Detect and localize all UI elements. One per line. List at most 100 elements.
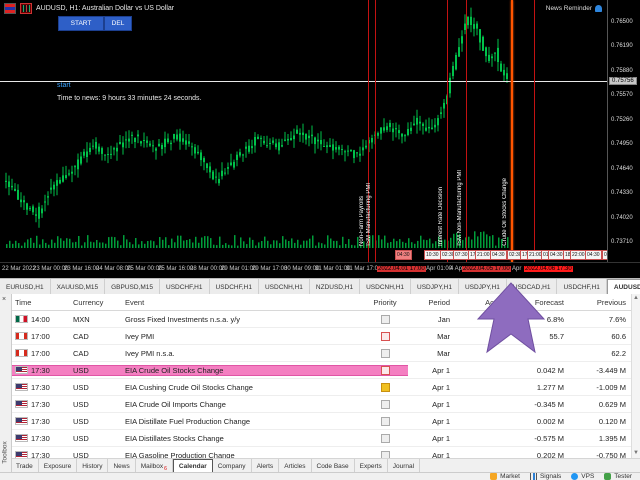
news-event-line[interactable] (466, 0, 467, 262)
toolbox-tab-trade[interactable]: Trade (11, 459, 39, 473)
event-forecast: -0.345 M (534, 399, 564, 409)
chart-tab-nzdusd-h1[interactable]: NZDUSD,H1 (310, 279, 361, 295)
chart-tab-usdcad-h1[interactable]: USDCAD,H1 (507, 279, 558, 295)
country-flag-icon (15, 332, 28, 340)
toolbox-tab-experts[interactable]: Experts (355, 459, 388, 473)
calendar-scrollbar[interactable]: ▲ ▼ (631, 294, 640, 458)
chart-tab-usdcnh-h1[interactable]: USDCNH,H1 (360, 279, 412, 295)
calendar-event-row[interactable]: 17:30 USD EIA Crude Oil Imports Change Apr … (11, 396, 632, 413)
priority-icon (380, 365, 390, 375)
event-time: 17:00 (31, 348, 50, 358)
toolbox-tab-mailbox[interactable]: Mailbox 6 (136, 459, 173, 473)
event-period: Apr 1 (432, 382, 450, 392)
status-item-tester[interactable]: Tester (604, 473, 632, 480)
chart-tab-usdchf-h1[interactable]: USDCHF,H1 (210, 279, 259, 295)
chart-tab-usdchf-h1[interactable]: USDCHF,H1 (557, 279, 607, 295)
news-event-line[interactable] (511, 0, 513, 262)
column-header-period[interactable]: Period (408, 298, 454, 307)
event-currency: MXN (73, 314, 90, 324)
event-forecast: 6.8% (546, 314, 564, 324)
event-period: Mar (437, 348, 450, 358)
priority-icon (380, 348, 390, 358)
start-button[interactable]: START (58, 16, 104, 31)
event-time: 17:00 (31, 331, 50, 341)
time-axis[interactable]: 22 Mar 2022 23 Mar 00:00 23 Mar 16:00 24 Ma… (0, 262, 640, 279)
del-button[interactable]: DEL (104, 16, 132, 31)
column-header-actual[interactable]: Actual (454, 298, 510, 307)
news-event-line-label: Crude Oil Stocks Change (502, 178, 508, 246)
price-tick-label: 0.76190 (611, 43, 633, 49)
event-name: EIA Distillates Stocks Change (125, 433, 224, 443)
country-flag-icon (15, 434, 28, 442)
column-header-priority[interactable]: Priority (362, 298, 408, 307)
calendar-event-row[interactable]: 17:30 USD EIA Distillate Fuel Production C… (11, 413, 632, 430)
calendar-event-row[interactable]: 17:30 USD EIA Distillates Stocks Change Apr… (11, 430, 632, 447)
news-event-line-label: ISM Manufacturing PMI (366, 183, 372, 246)
price-tick-label: 0.74020 (611, 215, 633, 221)
event-name: Ivey PMI n.s.a. (125, 348, 175, 358)
chart-tab-usdjpy-h1[interactable]: USDJPY,H1 (459, 279, 507, 295)
price-tick-label: 0.74640 (611, 166, 633, 172)
toolbox-tab-articles[interactable]: Articles (279, 459, 312, 473)
event-previous: -3.449 M (596, 365, 626, 375)
chart-tab-usdchf-h1[interactable]: USDCHF,H1 (160, 279, 210, 295)
toolbox-strip: × Toolbox (0, 294, 12, 472)
column-header-event[interactable]: Event (125, 298, 362, 307)
event-time: 17:30 (31, 365, 50, 375)
news-event-line[interactable] (534, 0, 535, 262)
event-time-flag: 04:30 (585, 250, 602, 260)
news-event-line[interactable] (447, 0, 448, 262)
news-reminder-bell-icon[interactable] (595, 5, 602, 12)
toolbox-tab-alerts[interactable]: Alerts (252, 459, 280, 473)
news-event-line[interactable] (375, 0, 376, 262)
chart-tab-usdjpy-h1[interactable]: USDJPY,H1 (411, 279, 459, 295)
calendar-table: ▲ ▼ Time Currency Event Priority Period Actua… (11, 294, 640, 464)
window-menu-icon[interactable] (4, 3, 16, 14)
chart-tab-usdcnh-h1[interactable]: USDCNH,H1 (259, 279, 310, 295)
chart-tab-audusd-h1[interactable]: AUDUSD,H1 (606, 279, 640, 295)
column-header-time[interactable]: Time (11, 298, 73, 307)
price-tick-label: 0.76500 (611, 19, 633, 25)
calendar-event-row[interactable]: 17:00 CAD Ivey PMI Mar 55.7 60.6 (11, 328, 632, 345)
toolbox-tab-company[interactable]: Company (213, 459, 252, 473)
chart-title: AUDUSD, H1: Australian Dollar vs US Doll… (36, 5, 175, 12)
price-axis[interactable]: 0.76500 0.76190 0.75880 0.75570 0.75260 0.749… (607, 0, 640, 262)
scroll-down-icon[interactable]: ▼ (632, 449, 640, 458)
toolbox-tab-news[interactable]: News (108, 459, 136, 473)
current-price-box: 0.75756 (609, 77, 637, 85)
calendar-event-row[interactable]: 17:30 USD EIA Crude Oil Stocks Change Apr 1… (11, 362, 632, 379)
toolbox-close-icon[interactable]: × (2, 296, 6, 303)
toolbox-tab-code-base[interactable]: Code Base (312, 459, 355, 473)
event-name: EIA Crude Oil Stocks Change (125, 364, 362, 376)
calendar-event-row[interactable]: 14:00 MXN Gross Fixed Investments n.s.a. y… (11, 311, 632, 328)
calendar-event-row[interactable]: 17:00 CAD Ivey PMI n.s.a. Mar 62.2 (11, 345, 632, 362)
event-period: Apr 1 (432, 399, 450, 409)
vps-icon (571, 473, 579, 480)
event-currency: USD (73, 433, 89, 443)
toolbox-tab-journal[interactable]: Journal (388, 459, 421, 473)
status-item-signals[interactable]: Signals (529, 473, 561, 480)
chart-panel: Non-Farm Payrolls ISM Manufacturing PMI In… (0, 0, 640, 279)
toolbox-tab-calendar[interactable]: Calendar (172, 459, 213, 473)
toolbox-tab-exposure[interactable]: Exposure (39, 459, 78, 473)
time-tick-label: 2022.04.05 17:00 (462, 266, 511, 272)
time-tick-label: 2022.04.01 17:00 (377, 266, 426, 272)
toolbox-tab-bar: Trade Exposure History News Mailbox 6 Calendar… (11, 458, 640, 473)
event-currency: USD (73, 364, 125, 376)
event-previous: 62.2 (611, 348, 626, 358)
scroll-up-icon[interactable]: ▲ (632, 294, 640, 303)
column-header-forecast[interactable]: Forecast (510, 298, 568, 307)
chart-tab-xauusd-m15[interactable]: XAUUSD,M15 (51, 279, 106, 295)
chart-plot-area[interactable]: Non-Farm Payrolls ISM Manufacturing PMI In… (0, 0, 607, 262)
country-flag-icon (15, 315, 28, 323)
chart-tab-eurusd-h1[interactable]: EURUSD,H1 (0, 279, 51, 295)
status-item-vps[interactable]: VPS (571, 473, 594, 480)
column-header-currency[interactable]: Currency (73, 298, 125, 307)
toolbox-tab-history[interactable]: History (77, 459, 109, 473)
status-item-market[interactable]: Market (490, 473, 520, 480)
calendar-event-row[interactable]: 17:30 USD EIA Cushing Crude Oil Stocks Cha… (11, 379, 632, 396)
chart-type-icon (20, 3, 32, 14)
chart-tab-gbpusd-m15[interactable]: GBPUSD,M15 (105, 279, 161, 295)
column-header-previous[interactable]: Previous (568, 298, 632, 307)
chart-title-row: AUDUSD, H1: Australian Dollar vs US Doll… (4, 3, 174, 14)
